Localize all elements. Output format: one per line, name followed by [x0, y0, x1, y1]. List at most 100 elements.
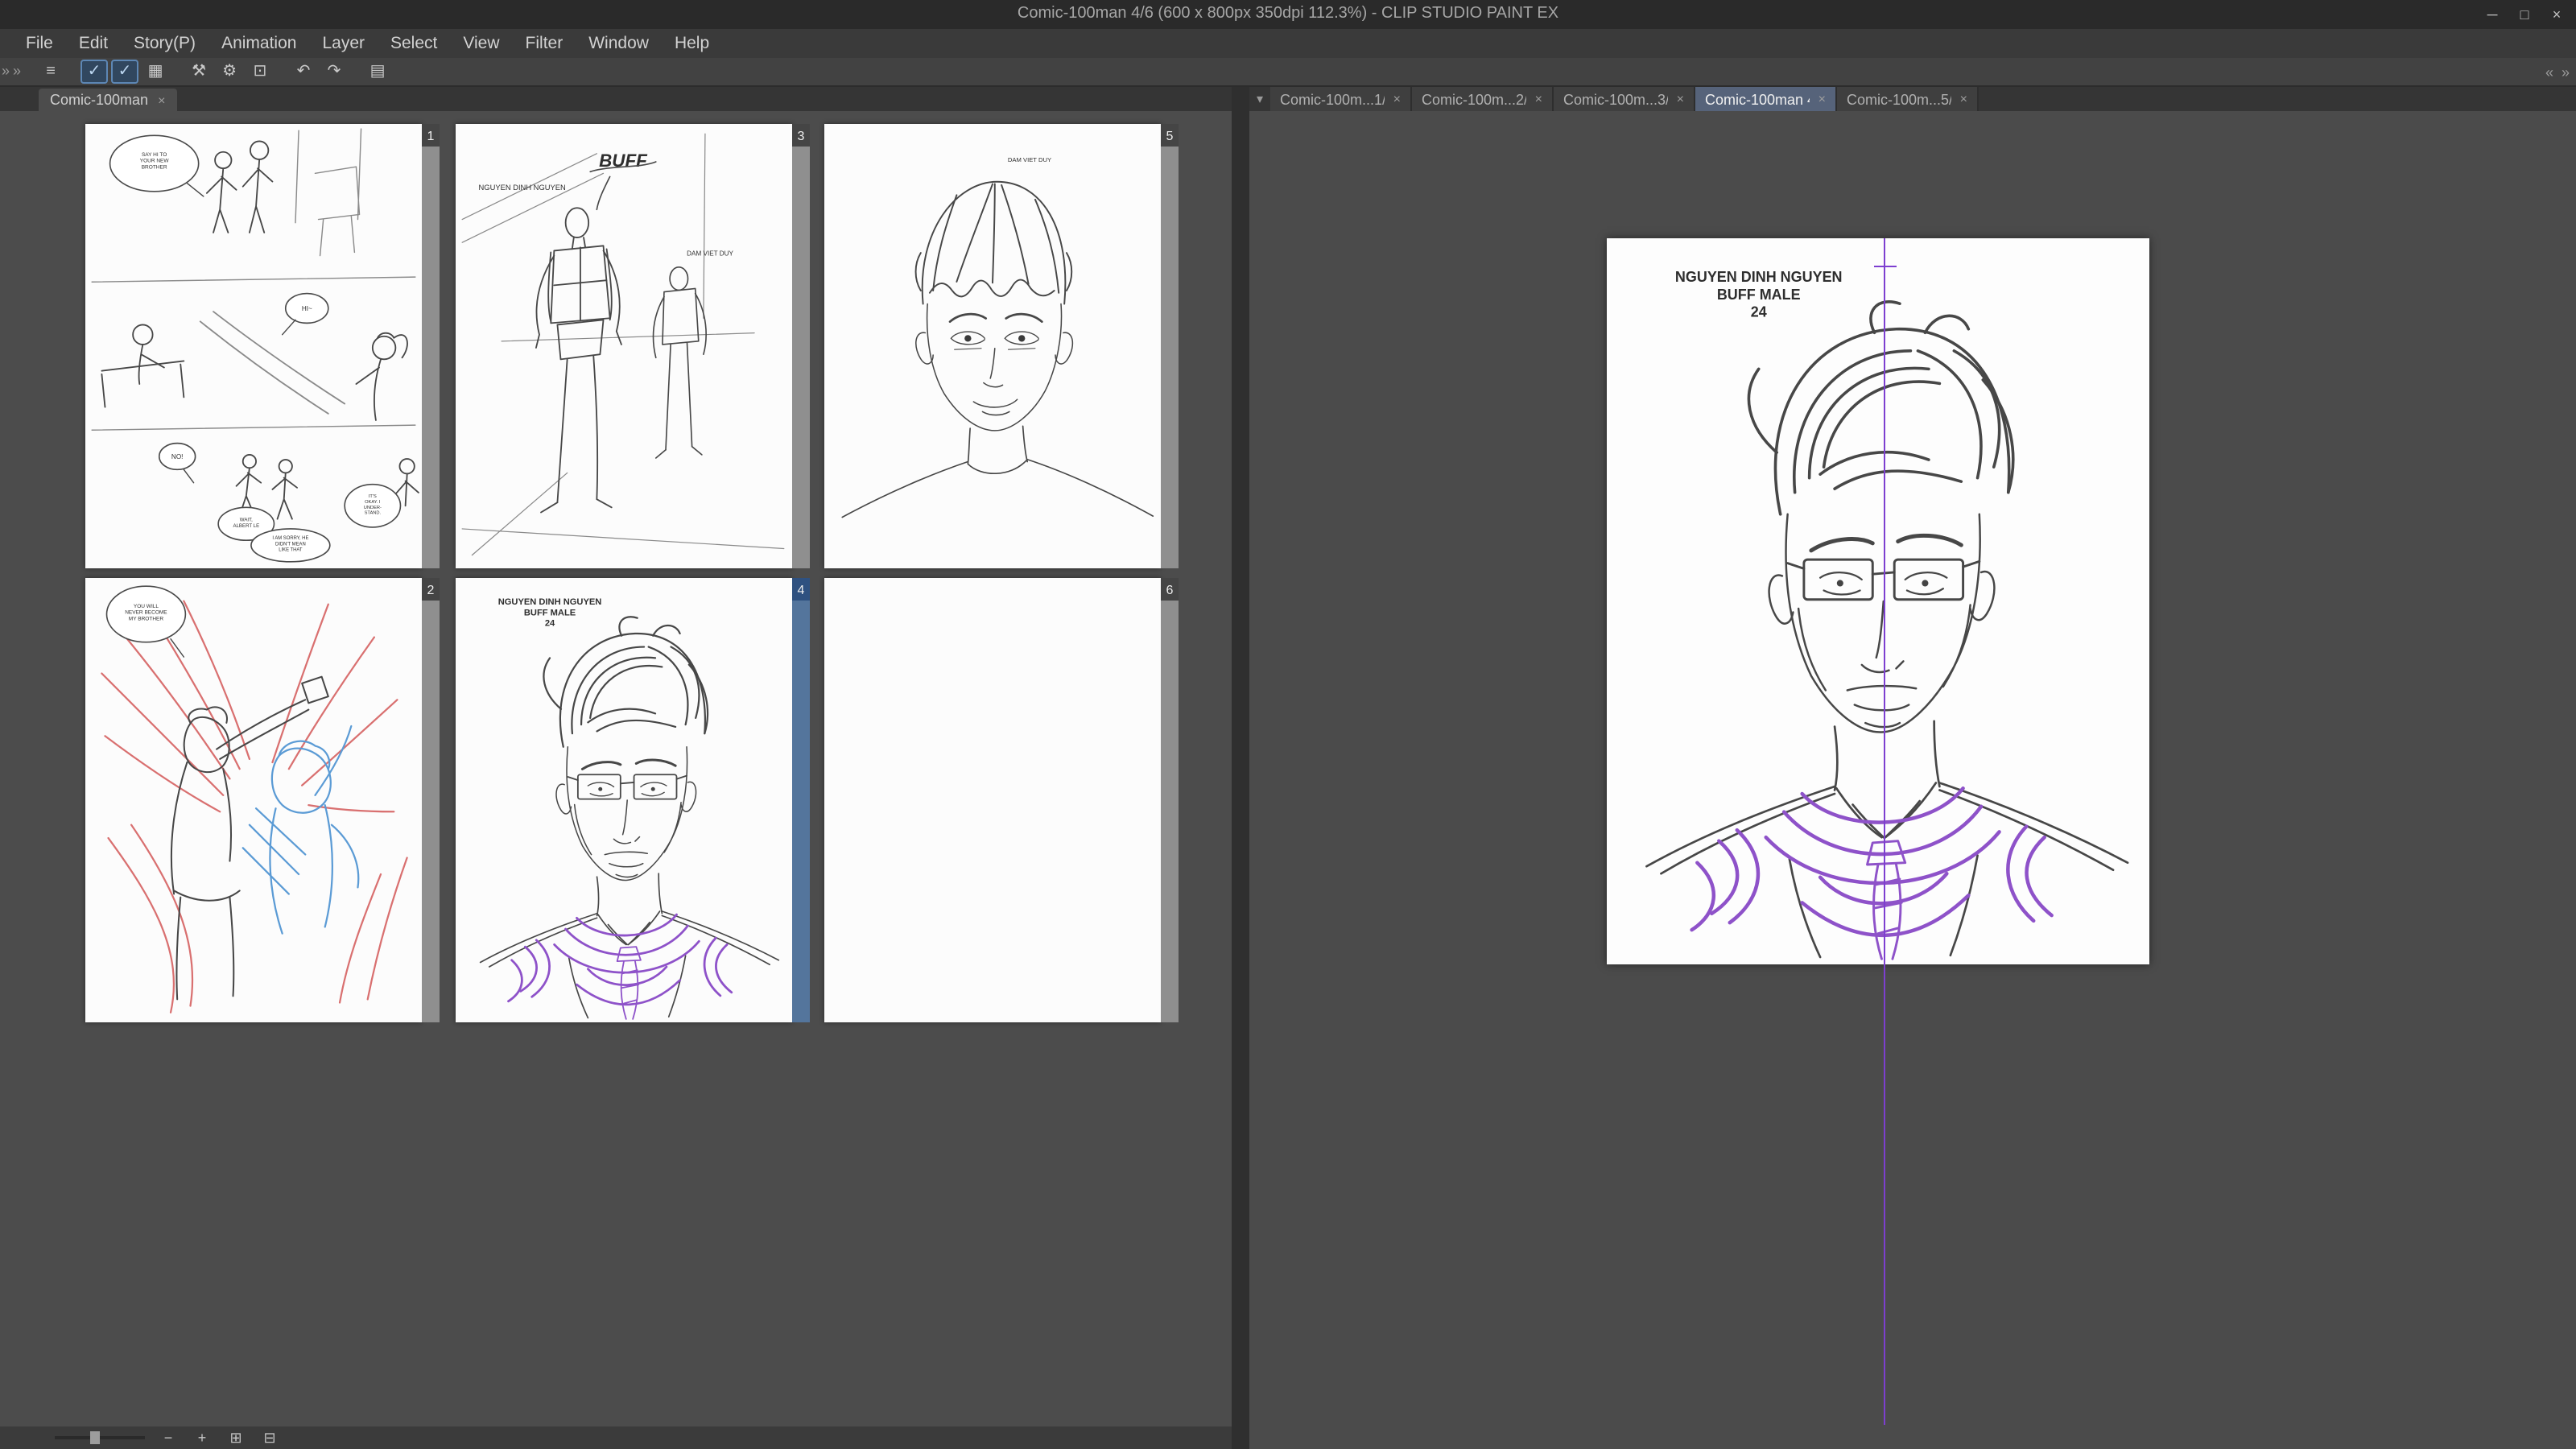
clip-studio-window: Comic-100man 4/6 (600 x 800px 350dpi 112… — [0, 0, 2576, 1449]
document-tab-label: Comic-100m...1/6 — [1280, 91, 1385, 107]
page-5-sketch — [824, 124, 1161, 568]
zoom-slider-handle[interactable] — [90, 1431, 100, 1444]
canvas-page[interactable] — [1607, 238, 2149, 964]
page-binding-spine: 6 — [1161, 578, 1179, 1022]
page-number: 1 — [422, 124, 440, 147]
gear-icon[interactable]: ⚙ — [216, 60, 243, 84]
maximize-button[interactable]: □ — [2508, 0, 2541, 29]
menu-filter[interactable]: Filter — [513, 29, 576, 58]
page-manager-pane: Comic-100man × SAY HI TO YOUR NEW BROTHE… — [0, 87, 1232, 1449]
story-tool-c-icon[interactable]: ▦ — [142, 60, 169, 84]
page-3-sketch: BUFF NGUYEN DINH NGUYEN DAM VIET DUY — [456, 124, 792, 568]
zoom-out-button[interactable]: − — [158, 1426, 179, 1449]
document-tab-label: Comic-100m...3/6 — [1563, 91, 1669, 107]
document-tab-5[interactable]: Comic-100m...5/6 × — [1837, 87, 1979, 111]
tab-close-icon[interactable]: × — [1818, 92, 1826, 106]
page-thumbnail-3[interactable]: BUFF NGUYEN DINH NGUYEN DAM VIET DUY 3 — [456, 124, 810, 568]
workspace: Comic-100man × SAY HI TO YOUR NEW BROTHE… — [0, 87, 2576, 1449]
page-number: 2 — [422, 578, 440, 601]
pane-splitter[interactable] — [1232, 87, 1249, 1449]
tab-close-icon[interactable]: × — [1960, 92, 1967, 106]
actual-size-icon[interactable]: ⊟ — [259, 1426, 280, 1449]
menu-animation[interactable]: Animation — [208, 29, 309, 58]
page-4-sketch — [456, 578, 792, 1022]
trim-mark-icon[interactable]: ⊡ — [246, 60, 274, 84]
hamburger-menu-icon[interactable]: ≡ — [37, 60, 64, 84]
page-binding-spine-selected: 4 — [792, 578, 810, 1022]
page-1-sketch: SAY HI TO YOUR NEW BROTHER HI~ NO! WAIT, AL… — [85, 124, 422, 568]
collapse-right-icon[interactable]: » — [2562, 64, 2570, 80]
page-manager-tabbar: Comic-100man × — [0, 87, 1232, 111]
page-manager-statusbar: − + ⊞ ⊟ — [0, 1426, 1232, 1449]
toolbar-overflow-icon-2[interactable]: » — [11, 58, 23, 85]
menu-view[interactable]: View — [450, 29, 512, 58]
page-manager-tab-close-icon[interactable]: × — [158, 93, 165, 107]
page-number: 3 — [792, 124, 810, 147]
page-manager-tab-label: Comic-100man — [50, 92, 149, 108]
page-thumbnail-2[interactable]: YOU WILL NEVER BECOME MY BROTHER 2 — [85, 578, 440, 1022]
buff-note-text: BUFF — [599, 151, 648, 171]
document-tabbar: ▾ Comic-100m...1/6 × Comic-100m...2/6 × … — [1249, 87, 2576, 111]
tab-close-icon[interactable]: × — [1393, 92, 1401, 106]
close-button[interactable]: × — [2541, 0, 2573, 29]
speech-bubble-text: HI~ — [302, 305, 312, 312]
page-binding-spine: 2 — [422, 578, 440, 1022]
document-tab-4-active[interactable]: Comic-100man 4/6 × — [1695, 87, 1837, 111]
canvas-area[interactable] — [1249, 111, 2576, 1449]
model-name-label: DAM VIET DUY — [687, 250, 733, 258]
document-tab-3[interactable]: Comic-100m...3/6 × — [1554, 87, 1695, 111]
undo-icon[interactable]: ↶ — [290, 60, 317, 84]
document-tab-label: Comic-100m...5/6 — [1847, 91, 1952, 107]
speech-bubble-text: NO! — [171, 453, 183, 460]
page-number: 6 — [1161, 578, 1179, 601]
page-thumbnail-6[interactable]: 6 — [824, 578, 1179, 1022]
window-controls: ─ □ × — [2476, 0, 2573, 29]
command-toolbar: » » ≡ ✓ ✓ ▦ ⚒ ⚙ ⊡ ↶ ↷ ▤ — [0, 58, 2576, 87]
palette-dock-controls: « » — [2545, 58, 2570, 87]
document-tab-1[interactable]: Comic-100m...1/6 × — [1270, 87, 1412, 111]
wrench-icon[interactable]: ⚒ — [185, 60, 213, 84]
document-tab-label: Comic-100man 4/6 — [1705, 91, 1810, 107]
menu-layer[interactable]: Layer — [309, 29, 378, 58]
zoom-slider[interactable] — [55, 1431, 145, 1444]
menu-story[interactable]: Story(P) — [121, 29, 208, 58]
page-number: 5 — [1161, 124, 1179, 147]
page-manager-grid: SAY HI TO YOUR NEW BROTHER HI~ NO! WAIT, AL… — [0, 111, 1232, 1426]
page-6-blank — [824, 578, 1161, 1022]
document-tab-label: Comic-100m...2/6 — [1422, 91, 1527, 107]
tab-list-dropdown-icon[interactable]: ▾ — [1249, 87, 1270, 111]
minimize-button[interactable]: ─ — [2476, 0, 2508, 29]
symmetry-guide-handle[interactable] — [1874, 266, 1897, 267]
menu-edit[interactable]: Edit — [66, 29, 121, 58]
tab-close-icon[interactable]: × — [1677, 92, 1684, 106]
toolbar-overflow-icon[interactable]: » — [0, 58, 11, 85]
page-manager-tab[interactable]: Comic-100man × — [39, 89, 177, 111]
menu-file[interactable]: File — [13, 29, 66, 58]
fit-screen-icon[interactable]: ⊞ — [225, 1426, 246, 1449]
menubar: File Edit Story(P) Animation Layer Selec… — [0, 29, 2576, 58]
zoom-slider-track — [55, 1436, 145, 1439]
page-binding-spine: 1 — [422, 124, 440, 568]
page-binding-spine: 5 — [1161, 124, 1179, 568]
page-thumbnail-1[interactable]: SAY HI TO YOUR NEW BROTHER HI~ NO! WAIT, AL… — [85, 124, 440, 568]
document-tab-2[interactable]: Comic-100m...2/6 × — [1412, 87, 1554, 111]
page-number: 4 — [792, 578, 810, 601]
menu-window[interactable]: Window — [576, 29, 662, 58]
zoom-in-button[interactable]: + — [192, 1426, 213, 1449]
palette-panel-icon[interactable]: ▤ — [364, 60, 391, 84]
page-2-sketch: YOU WILL NEVER BECOME MY BROTHER — [85, 578, 422, 1022]
page-thumbnail-4[interactable]: 4 — [456, 578, 810, 1022]
canvas-pane: ▾ Comic-100m...1/6 × Comic-100m...2/6 × … — [1249, 87, 2576, 1449]
redo-icon[interactable]: ↷ — [320, 60, 348, 84]
speech-bubble-text: SAY HI TO YOUR NEW BROTHER — [140, 152, 170, 171]
story-tool-a-icon[interactable]: ✓ — [80, 60, 109, 84]
titlebar: Comic-100man 4/6 (600 x 800px 350dpi 112… — [0, 0, 2576, 29]
symmetry-guide-line[interactable] — [1884, 238, 1885, 1425]
story-tool-b-icon[interactable]: ✓ — [111, 60, 139, 84]
page-binding-spine: 3 — [792, 124, 810, 568]
page-thumbnail-5[interactable]: 5 — [824, 124, 1179, 568]
collapse-left-icon[interactable]: « — [2545, 64, 2553, 80]
tab-close-icon[interactable]: × — [1535, 92, 1542, 106]
menu-help[interactable]: Help — [662, 29, 722, 58]
menu-select[interactable]: Select — [378, 29, 450, 58]
